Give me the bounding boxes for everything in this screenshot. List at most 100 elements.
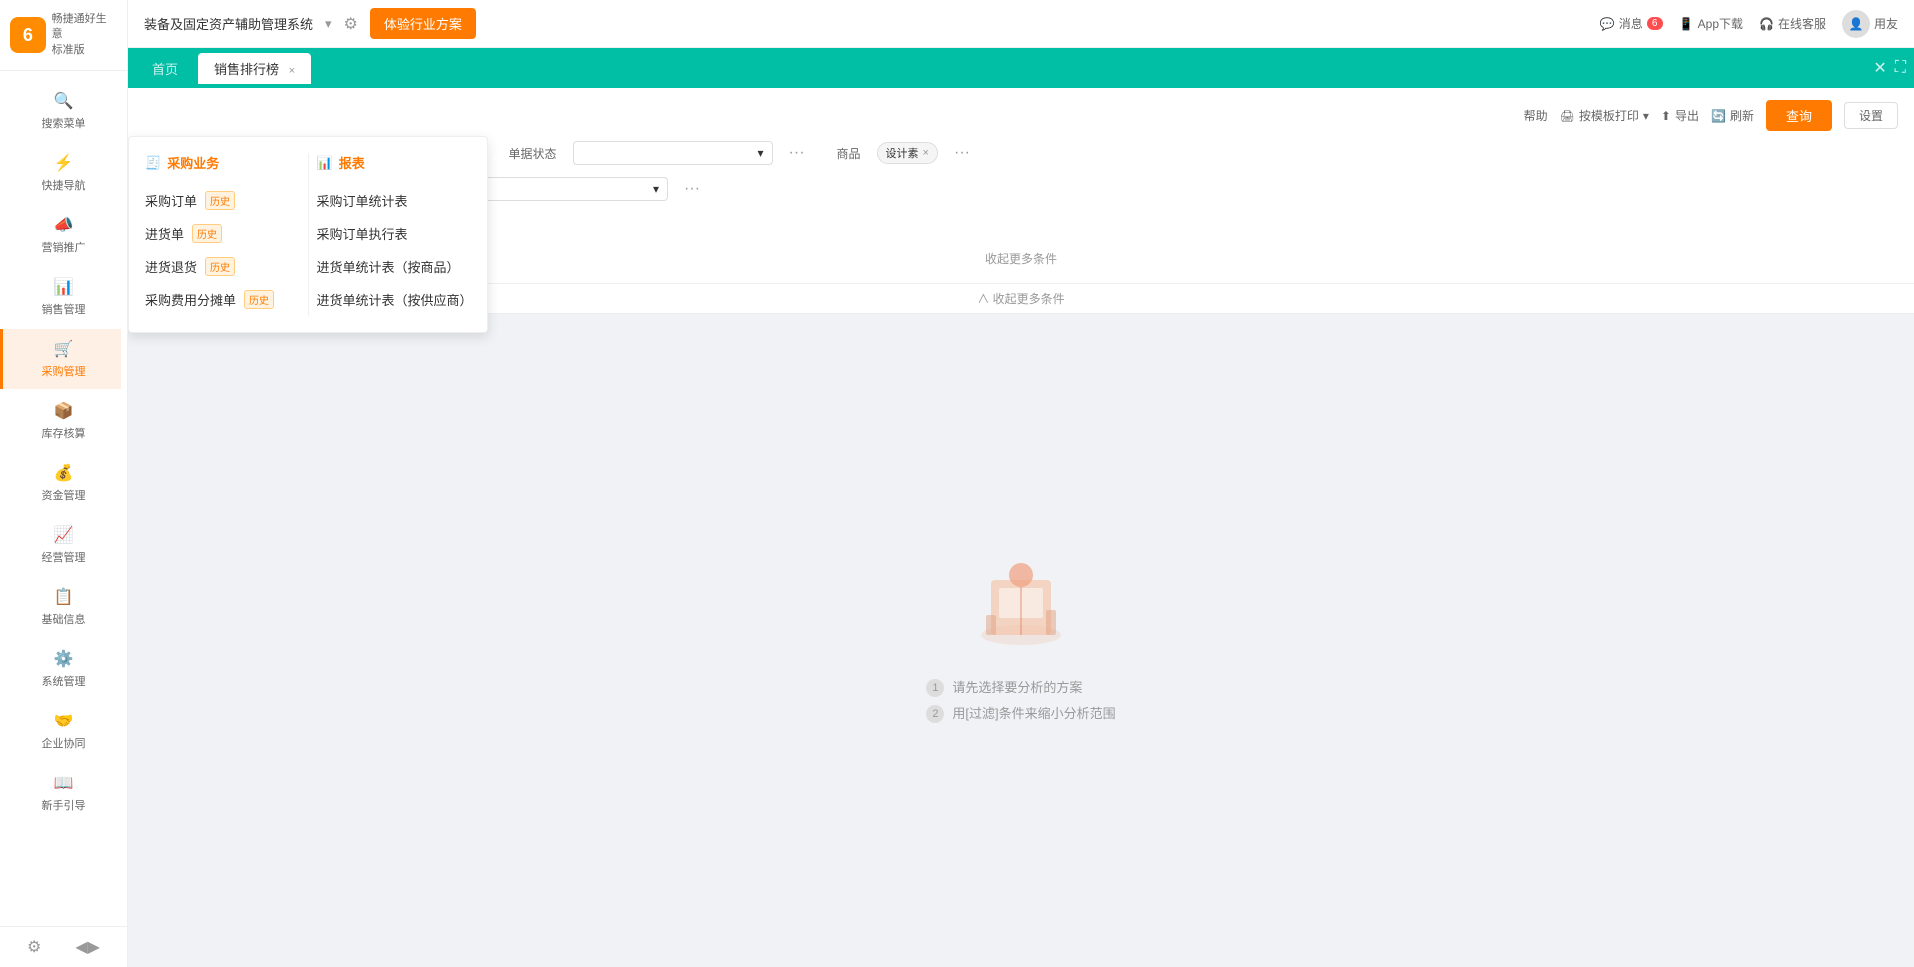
app-download-item[interactable]: 📱 App下载 xyxy=(1679,15,1743,32)
print-btn[interactable]: 🖨 按模板打印 ▾ xyxy=(1560,107,1649,124)
help-btn[interactable]: 帮助 xyxy=(1524,107,1548,124)
history-badge-3: 历史 xyxy=(244,290,274,309)
menu-item-return[interactable]: 进货退货 历史 xyxy=(145,250,300,283)
sidebar-item-operations[interactable]: 📈 经营管理 xyxy=(6,515,121,575)
history-badge-2: 历史 xyxy=(205,257,235,276)
sidebar-item-system[interactable]: ⚙️ 系统管理 xyxy=(6,639,121,699)
topbar-right: 💬 消息 6 📱 App下载 🎧 在线客服 👤 用友 xyxy=(1600,10,1898,38)
export-btn[interactable]: ⬆ 导出 xyxy=(1661,107,1699,124)
history-badge-1: 历史 xyxy=(192,224,222,243)
sidebar-item-marketing[interactable]: 📣 营销推广 xyxy=(6,205,121,265)
report-section-title: 📊 报表 xyxy=(317,153,472,172)
goods-dots[interactable]: ··· xyxy=(954,144,970,162)
refresh-icon: 🔄 xyxy=(1711,109,1726,123)
marketing-icon: 📣 xyxy=(54,215,74,235)
purchase-section-icon: 🧾 xyxy=(145,155,161,171)
collapse-sidebar-icon[interactable]: ◀▶ xyxy=(75,937,100,957)
sidebar-item-sales[interactable]: 📊 销售管理 xyxy=(6,267,121,327)
tabs-bar-right: ✕ ⛶ xyxy=(1873,58,1906,78)
quick-nav-icon: ⚡ xyxy=(54,153,74,173)
tab-close-window-btn[interactable]: ✕ xyxy=(1873,58,1886,78)
export-icon: ⬆ xyxy=(1661,109,1671,123)
sidebar-bottom: ⚙ ◀▶ xyxy=(0,926,127,967)
topbar: 装备及固定资产辅助管理系统 ▾ ⚙ 体验行业方案 💬 消息 6 📱 App下载 … xyxy=(128,0,1914,48)
settings-icon[interactable]: ⚙ xyxy=(344,14,358,34)
menu-item-receipt-stats-supplier[interactable]: 进货单统计表（按供应商） xyxy=(317,283,472,316)
menu-item-expense[interactable]: 采购费用分摊单 历史 xyxy=(145,283,300,316)
menu-item-purchase-order[interactable]: 采购订单 历史 xyxy=(145,184,300,217)
refresh-btn[interactable]: 🔄 刷新 xyxy=(1711,107,1754,124)
topbar-dropdown-arrow[interactable]: ▾ xyxy=(325,16,332,32)
main-area: 装备及固定资产辅助管理系统 ▾ ⚙ 体验行业方案 💬 消息 6 📱 App下载 … xyxy=(128,0,1914,967)
voucher-status-label: 单据状态 xyxy=(509,145,557,162)
message-badge: 6 xyxy=(1647,17,1663,30)
voucher-status-select[interactable]: ▾ xyxy=(573,141,773,165)
sidebar-item-quick-nav[interactable]: ⚡ 快捷导航 xyxy=(6,143,121,203)
system-icon: ⚙️ xyxy=(54,649,74,669)
sidebar-item-finance[interactable]: 💰 资金管理 xyxy=(6,453,121,513)
tab-sales-rank[interactable]: 销售排行榜 × xyxy=(198,53,311,84)
goods-tag[interactable]: 设计素 × xyxy=(877,142,938,164)
sidebar-item-cooperation[interactable]: 🤝 企业协同 xyxy=(6,701,121,761)
tab-close-icon[interactable]: × xyxy=(289,65,295,77)
salesman-dots[interactable]: ··· xyxy=(684,180,700,198)
set-btn[interactable]: 设置 xyxy=(1844,102,1898,129)
search-icon: 🔍 xyxy=(54,91,74,111)
sidebar-item-purchase[interactable]: 🛒 采购管理 xyxy=(0,329,121,389)
online-service-item[interactable]: 🎧 在线客服 xyxy=(1759,15,1826,32)
sales-icon: 📊 xyxy=(54,277,74,297)
user-avatar: 👤 xyxy=(1842,10,1870,38)
cooperation-icon: 🤝 xyxy=(54,711,74,731)
basic-icon: 📋 xyxy=(54,587,74,607)
guide-icon: 📖 xyxy=(54,773,74,793)
purchase-section-title: 🧾 采购业务 xyxy=(145,153,300,172)
goods-tag-close[interactable]: × xyxy=(923,147,929,159)
user-item[interactable]: 👤 用友 xyxy=(1842,10,1898,38)
sidebar-item-guide[interactable]: 📖 新手引导 xyxy=(6,763,121,823)
tab-maximize-btn[interactable]: ⛶ xyxy=(1895,59,1906,77)
purchase-icon: 🛒 xyxy=(54,339,74,359)
step-2-circle: 2 xyxy=(926,705,944,723)
headset-icon: 🎧 xyxy=(1759,17,1774,31)
sidebar-item-inventory[interactable]: 📦 库存核算 xyxy=(6,391,121,451)
report-section-icon: 📊 xyxy=(317,155,333,171)
logo-area: 6 畅捷通好生意 标准版 xyxy=(0,0,127,71)
purchase-dropdown-menu: 🧾 采购业务 采购订单 历史 进货单 历史 进货退货 历史 xyxy=(128,136,488,333)
sidebar-nav: 🔍 搜索菜单 ⚡ 快捷导航 📣 营销推广 📊 销售管理 🛒 采购管理 📦 库存核… xyxy=(0,71,127,926)
empty-hint-2: 2 用[过滤]条件来缩小分析范围 xyxy=(926,701,1115,727)
empty-state: 1 请先选择要分析的方案 2 用[过滤]条件来缩小分析范围 xyxy=(128,314,1914,967)
voucher-status-dots[interactable]: ··· xyxy=(789,144,805,162)
tab-home[interactable]: 首页 xyxy=(136,53,194,84)
logo-icon: 6 xyxy=(10,17,46,53)
menu-item-po-exec[interactable]: 采购订单执行表 xyxy=(317,217,472,250)
phone-icon: 📱 xyxy=(1679,17,1694,31)
query-btn[interactable]: 查询 xyxy=(1766,100,1832,131)
operations-icon: 📈 xyxy=(54,525,74,545)
industry-btn[interactable]: 体验行业方案 xyxy=(370,8,476,39)
menu-section-report: 📊 报表 采购订单统计表 采购订单执行表 进货单统计表（按商品） 进货单统计表（… xyxy=(317,153,472,316)
sidebar: 6 畅捷通好生意 标准版 🔍 搜索菜单 ⚡ 快捷导航 📣 营销推广 📊 销售管理… xyxy=(0,0,128,967)
print-icon: 🖨 xyxy=(1560,109,1575,123)
sidebar-item-search[interactable]: 🔍 搜索菜单 xyxy=(6,81,121,141)
empty-illustration xyxy=(961,555,1081,655)
logo-text: 畅捷通好生意 标准版 xyxy=(52,12,117,58)
print-dropdown-icon: ▾ xyxy=(1643,109,1649,123)
menu-item-receipt-stats-goods[interactable]: 进货单统计表（按商品） xyxy=(317,250,472,283)
finance-icon: 💰 xyxy=(54,463,74,483)
salesman-select[interactable]: ▾ xyxy=(468,177,668,201)
step-1-circle: 1 xyxy=(926,679,944,697)
menu-divider xyxy=(308,153,309,316)
content-area: 帮助 🖨 按模板打印 ▾ ⬆ 导出 🔄 刷新 查询 设置 xyxy=(128,88,1914,967)
collapse-btn[interactable]: 收起更多条件 xyxy=(981,246,1061,271)
sidebar-item-basic[interactable]: 📋 基础信息 xyxy=(6,577,121,637)
inventory-icon: 📦 xyxy=(54,401,74,421)
empty-hint-1: 1 请先选择要分析的方案 xyxy=(926,675,1115,701)
menu-item-po-stats[interactable]: 采购订单统计表 xyxy=(317,184,472,217)
collapse-icon[interactable]: ∧ 收起更多条件 xyxy=(977,290,1064,307)
menu-item-receipt[interactable]: 进货单 历史 xyxy=(145,217,300,250)
menu-section-purchase: 🧾 采购业务 采购订单 历史 进货单 历史 进货退货 历史 xyxy=(145,153,300,316)
message-icon: 💬 xyxy=(1600,17,1615,31)
settings-bottom-icon[interactable]: ⚙ xyxy=(27,937,41,957)
message-item[interactable]: 💬 消息 6 xyxy=(1600,15,1663,32)
system-title: 装备及固定资产辅助管理系统 xyxy=(144,14,313,33)
